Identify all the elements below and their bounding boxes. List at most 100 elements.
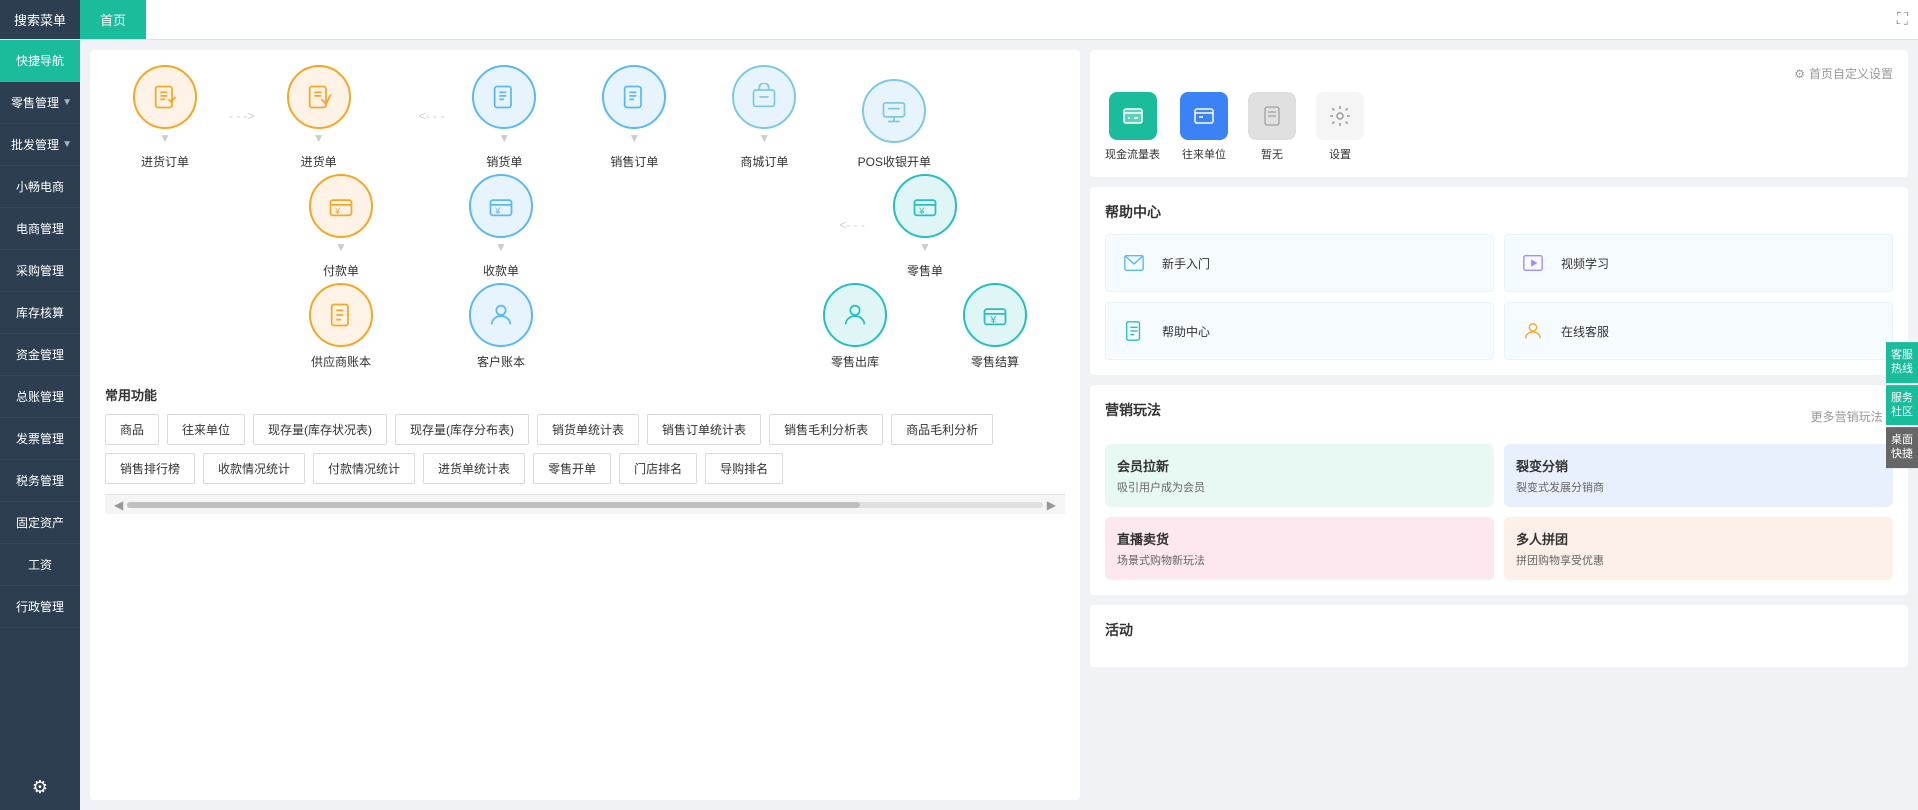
flow-node-receipt[interactable]: ¥ ▼ 收款单 [441, 174, 561, 279]
quick-icon-circle [1180, 92, 1228, 140]
flow-node-sales-order[interactable]: ▼ 销售订单 [574, 65, 694, 170]
top-bar-right: ⛶ [1897, 0, 1918, 39]
down-arrow-icon: ▼ [159, 131, 171, 145]
common-functions-title: 常用功能 [105, 385, 1065, 404]
func-btn-sales-order-stat[interactable]: 销售订单统计表 [647, 414, 761, 445]
flow-circle [133, 65, 197, 129]
marketing-item-title: 裂变分销 [1516, 456, 1881, 475]
flow-node-label: 进货单 [301, 153, 337, 170]
func-btn-sales-stat[interactable]: 销货单统计表 [537, 414, 639, 445]
sidebar-item-label: 工资 [8, 556, 72, 573]
flow-node-retail-settlement[interactable]: ¥ 零售结算 [935, 283, 1055, 370]
help-center-section: 帮助中心 新手入门 视频学习 [1090, 187, 1908, 375]
sidebar-item-retail[interactable]: 零售管理 ▼ [0, 82, 80, 124]
float-btn-community[interactable]: 服务社区 [1886, 385, 1918, 426]
scroll-left-button[interactable]: ◀ [110, 498, 127, 512]
marketing-item-live[interactable]: 直播卖货 场景式购物新玩法 [1105, 517, 1494, 580]
down-arrow-icon: ▼ [498, 131, 510, 145]
sidebar-item-ecommerce[interactable]: 电商管理 [0, 208, 80, 250]
func-btn-purchase-stat[interactable]: 进货单统计表 [423, 453, 525, 484]
marketing-item-title: 会员拉新 [1117, 456, 1482, 475]
sidebar-settings-button[interactable]: ⚙ [0, 765, 80, 810]
flow-node-customer-ledger[interactable]: 客户账本 [441, 283, 561, 370]
sidebar-item-ledger[interactable]: 总账管理 [0, 376, 80, 418]
person-icon [1515, 313, 1551, 349]
scroll-right-button[interactable]: ▶ [1043, 498, 1060, 512]
float-buttons: 客服热线 服务社区 桌面快捷 [1886, 342, 1918, 468]
flow-diagram: ▼ 进货订单 - - -> ▼ 进货单 [105, 65, 1065, 370]
float-btn-service[interactable]: 客服热线 [1886, 342, 1918, 383]
flow-circle: ¥ [963, 283, 1027, 347]
help-item-video[interactable]: 视频学习 [1504, 234, 1893, 292]
quick-icon-none[interactable]: 暂无 [1248, 92, 1296, 162]
activity-section: 活动 [1090, 605, 1908, 667]
flow-node-purchase-order[interactable]: ▼ 进货订单 [105, 65, 225, 170]
marketing-item-fission[interactable]: 裂变分销 裂变式发展分销商 [1504, 444, 1893, 507]
func-btn-goods[interactable]: 商品 [105, 414, 159, 445]
help-item-helpcenter[interactable]: 帮助中心 [1105, 302, 1494, 360]
flow-node-pos[interactable]: POS收银开单 [834, 79, 954, 170]
sidebar-item-label: 发票管理 [8, 430, 72, 447]
sidebar-item-admin[interactable]: 行政管理 [0, 586, 80, 628]
func-btn-receipt-stat[interactable]: 收款情况统计 [203, 453, 305, 484]
flow-node-sales[interactable]: ▼ 销货单 [444, 65, 564, 170]
horizontal-scrollbar[interactable]: ◀ ▶ [105, 494, 1065, 514]
help-item-beginner[interactable]: 新手入门 [1105, 234, 1494, 292]
search-menu-button[interactable]: 搜索菜单 [0, 0, 80, 39]
marketing-item-group[interactable]: 多人拼团 拼团购物享受优惠 [1504, 517, 1893, 580]
quick-icon-label: 现金流量表 [1105, 146, 1160, 162]
flow-node-supplier-ledger[interactable]: 供应商账本 [281, 283, 401, 370]
sidebar-item-wholesale[interactable]: 批发管理 ▼ [0, 124, 80, 166]
sidebar-item-purchase[interactable]: 采购管理 [0, 250, 80, 292]
func-btn-goods-margin[interactable]: 商品毛利分析 [891, 414, 993, 445]
top-bar: 搜索菜单 首页 ⛶ [0, 0, 1918, 40]
sidebar-item-invoice[interactable]: 发票管理 [0, 418, 80, 460]
func-btn-payment-stat[interactable]: 付款情况统计 [313, 453, 415, 484]
chevron-down-icon: ▼ [62, 97, 72, 108]
flow-node-label: 收款单 [483, 262, 519, 279]
func-btn-stock-status[interactable]: 现存量(库存状况表) [253, 414, 387, 445]
fullscreen-button[interactable]: ⛶ [1897, 11, 1908, 29]
help-item-online-service[interactable]: 在线客服 [1504, 302, 1893, 360]
more-marketing-link[interactable]: 更多营销玩法 > [1811, 408, 1893, 425]
flow-node-label: 零售结算 [971, 353, 1019, 370]
func-btn-partner[interactable]: 往来单位 [167, 414, 245, 445]
flow-node-retail[interactable]: ¥ ▼ 零售单 [865, 174, 985, 279]
flow-node-purchase[interactable]: ▼ 进货单 [259, 65, 379, 170]
marketing-item-desc: 裂变式发展分销商 [1516, 479, 1881, 495]
marketing-item-member[interactable]: 会员拉新 吸引用户成为会员 [1105, 444, 1494, 507]
flow-node-payment[interactable]: ¥ ▼ 付款单 [281, 174, 401, 279]
sidebar-item-ecommerce-small[interactable]: 小畅电商 [0, 166, 80, 208]
quick-icon-cashflow[interactable]: 现金流量表 [1105, 92, 1160, 162]
flow-node-label: 付款单 [323, 262, 359, 279]
func-btn-stock-dist[interactable]: 现存量(库存分布表) [395, 414, 529, 445]
sidebar-item-finance[interactable]: 资金管理 [0, 334, 80, 376]
help-item-label: 在线客服 [1561, 323, 1609, 340]
marketing-item-title: 直播卖货 [1117, 529, 1482, 548]
sidebar-item-salary[interactable]: 工资 [0, 544, 80, 586]
flow-node-label: 零售单 [907, 262, 943, 279]
flow-circle [862, 79, 926, 143]
func-btn-retail-order[interactable]: 零售开单 [533, 453, 611, 484]
homepage-settings-link[interactable]: ⚙ 首页自定义设置 [1794, 65, 1893, 82]
scrollbar-thumb[interactable] [127, 502, 859, 508]
scrollbar-track[interactable] [127, 502, 1043, 508]
quick-icon-settings[interactable]: 设置 [1316, 92, 1364, 162]
home-tab[interactable]: 首页 [80, 0, 146, 39]
marketing-title: 营销玩法 [1105, 400, 1161, 420]
func-btn-store-rank[interactable]: 门店排名 [619, 453, 697, 484]
gear-icon: ⚙ [32, 777, 48, 797]
func-btn-sales-rank[interactable]: 销售排行榜 [105, 453, 195, 484]
sidebar-item-fixedasset[interactable]: 固定资产 [0, 502, 80, 544]
quick-icon-partner[interactable]: 往来单位 [1180, 92, 1228, 162]
svg-text:¥: ¥ [494, 206, 501, 216]
sidebar-item-label: 库存核算 [8, 304, 72, 321]
func-btn-sales-margin[interactable]: 销售毛利分析表 [769, 414, 883, 445]
float-btn-desktop[interactable]: 桌面快捷 [1886, 427, 1918, 468]
flow-node-mall-order[interactable]: ▼ 商城订单 [704, 65, 824, 170]
func-btn-guide-rank[interactable]: 导购排名 [705, 453, 783, 484]
flow-node-retail-outbound[interactable]: 零售出库 [795, 283, 915, 370]
sidebar-item-quicknav[interactable]: 快捷导航 [0, 40, 80, 82]
sidebar-item-tax[interactable]: 税务管理 [0, 460, 80, 502]
sidebar-item-inventory[interactable]: 库存核算 [0, 292, 80, 334]
